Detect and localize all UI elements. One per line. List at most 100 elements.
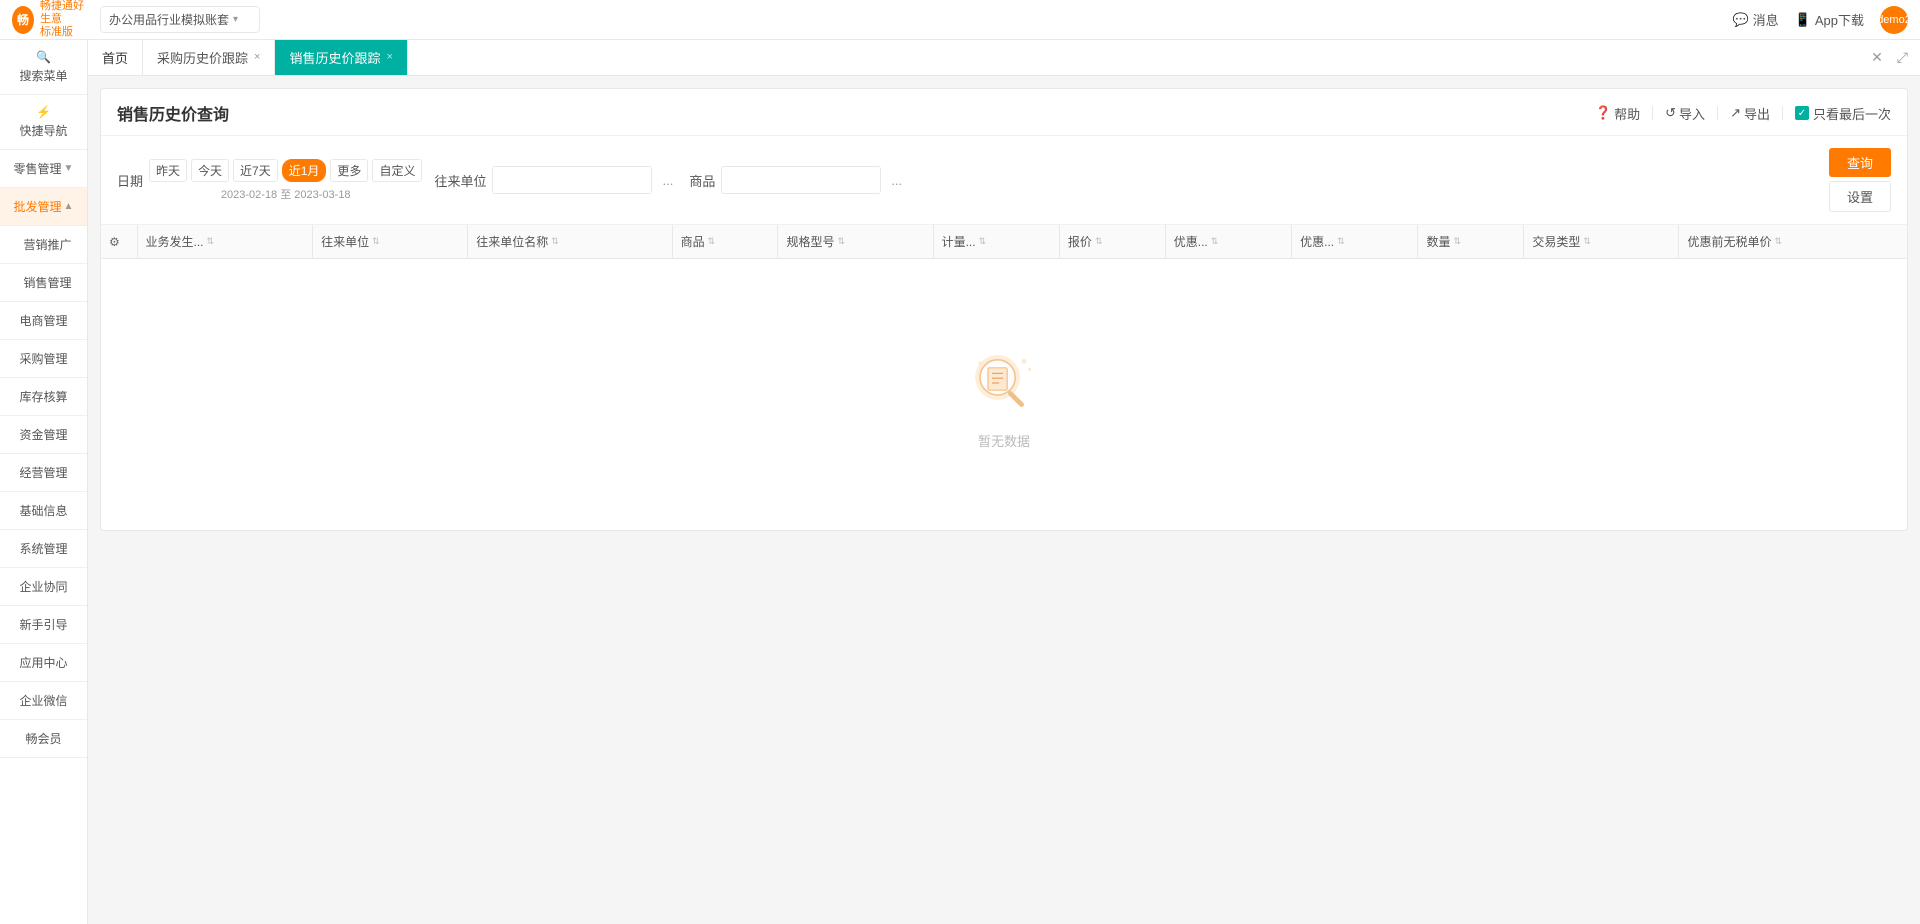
logo-text: 畅捷通好生意 标准版	[40, 0, 92, 39]
date-filter-group: 日期 昨天 今天 近7天 近1月 更多 自定义 2023-02-18 至 202…	[117, 159, 422, 202]
table-header-row: ⚙ 业务发生... ⇅ 往来单	[101, 225, 1907, 259]
th-partner-code: 往来单位 ⇅	[313, 225, 468, 259]
sidebar-item-finance-mgmt[interactable]: 资金管理	[0, 416, 87, 454]
only-last-checkbox[interactable]: ✓	[1795, 106, 1809, 120]
empty-text: 暂无数据	[978, 431, 1030, 450]
sort-icon12: ⇅	[1774, 236, 1782, 247]
date-btn-1month[interactable]: 近1月	[282, 159, 327, 182]
top-header: 畅 畅捷通好生意 标准版 办公用品行业模拟账套 ▾ 💬 消息 📱 App下载 d…	[0, 0, 1920, 40]
wholesale-collapse-icon: ▲	[64, 201, 74, 212]
date-buttons: 昨天 今天 近7天 近1月 更多 自定义 2023-02-18 至 2023-0…	[149, 159, 422, 202]
empty-illustration	[964, 339, 1044, 419]
tabs-bar: 首页 采购历史价跟踪 × 销售历史价跟踪 × ✕ ⤢	[88, 40, 1920, 76]
user-profile-btn[interactable]: demo2	[1880, 6, 1908, 34]
download-icon: 📱	[1795, 12, 1811, 28]
th-trade-type: 交易类型 ⇅	[1524, 225, 1679, 259]
tab-purchase-history[interactable]: 采购历史价跟踪 ×	[143, 40, 275, 75]
quick-nav-icon: ⚡	[36, 105, 51, 119]
th-goods: 商品 ⇅	[672, 225, 778, 259]
app-download-btn[interactable]: 📱 App下载	[1795, 10, 1864, 29]
page-content: 销售历史价查询 ❓ 帮助 ↺ 导入 ↗	[88, 76, 1920, 924]
page-header: 销售历史价查询 ❓ 帮助 ↺ 导入 ↗	[101, 89, 1907, 136]
message-btn[interactable]: 💬 消息	[1732, 10, 1778, 29]
th-unit: 计量... ⇅	[933, 225, 1059, 259]
sidebar-item-membership[interactable]: 畅会员	[0, 720, 87, 758]
sidebar-item-enterprise-agreement[interactable]: 企业协同	[0, 568, 87, 606]
help-link[interactable]: ❓ 帮助	[1595, 104, 1640, 123]
date-range-text: 2023-02-18 至 2023-03-18	[221, 186, 351, 202]
sidebar-item-wholesale-mgmt[interactable]: 批发管理 ▲	[0, 188, 87, 226]
logo-area: 畅 畅捷通好生意 标准版	[12, 0, 92, 39]
th-settings: ⚙	[101, 225, 137, 259]
empty-state: 暂无数据	[101, 259, 1907, 530]
column-settings-icon[interactable]: ⚙	[109, 235, 120, 249]
close-tab-btn[interactable]: ✕	[1867, 47, 1887, 68]
date-btn-more[interactable]: 更多	[330, 159, 368, 182]
help-icon: ❓	[1595, 105, 1611, 121]
sidebar-item-search-menu[interactable]: 🔍 搜索菜单	[0, 40, 87, 95]
content-area: 首页 采购历史价跟踪 × 销售历史价跟踪 × ✕ ⤢ 销售历史价查询	[88, 40, 1920, 924]
date-btn-7days[interactable]: 近7天	[233, 159, 278, 182]
action-btns: 查询 设置	[1829, 148, 1891, 212]
th-spec: 规格型号 ⇅	[778, 225, 933, 259]
tab-actions: ✕ ⤢	[1859, 40, 1920, 75]
goods-dots-btn[interactable]: ...	[887, 173, 906, 188]
th-discount2: 优惠... ⇅	[1292, 225, 1418, 259]
workspace-selector[interactable]: 办公用品行业模拟账套 ▾	[100, 6, 260, 33]
table-area: ⚙ 业务发生... ⇅ 往来单	[101, 225, 1907, 530]
message-icon: 💬	[1732, 12, 1748, 28]
sidebar-item-ecommerce-mgmt[interactable]: 电商管理	[0, 302, 87, 340]
sidebar-item-inventory[interactable]: 库存核算	[0, 378, 87, 416]
workspace-dropdown-arrow: ▾	[233, 14, 238, 25]
settings-button[interactable]: 设置	[1829, 181, 1891, 212]
sidebar-item-enterprise-wechat[interactable]: 企业微信	[0, 682, 87, 720]
header-right: 💬 消息 📱 App下载 demo2	[1732, 6, 1908, 34]
partner-dots-btn[interactable]: ...	[658, 173, 677, 188]
sidebar-item-system-mgmt[interactable]: 系统管理	[0, 530, 87, 568]
goods-input[interactable]	[721, 166, 881, 194]
tab-purchase-history-close[interactable]: ×	[254, 52, 260, 63]
tab-sales-history-close[interactable]: ×	[386, 52, 392, 63]
sort-icon8: ⇅	[1211, 236, 1219, 247]
date-btn-today[interactable]: 今天	[191, 159, 229, 182]
goods-filter-group: 商品 ...	[689, 166, 906, 194]
sort-icon5: ⇅	[837, 236, 845, 247]
th-quoted-price: 报价 ⇅	[1059, 225, 1165, 259]
tab-home[interactable]: 首页	[88, 40, 143, 75]
maximize-tab-btn[interactable]: ⤢	[1893, 47, 1912, 68]
sort-icon7: ⇅	[1095, 236, 1103, 247]
avatar: demo2	[1880, 6, 1908, 34]
tab-sales-history[interactable]: 销售历史价跟踪 ×	[275, 40, 407, 75]
sidebar-item-marketing[interactable]: 营销推广	[0, 226, 87, 264]
retail-expand-icon: ▼	[64, 163, 74, 174]
sidebar-item-retail-mgmt[interactable]: 零售管理 ▼	[0, 150, 87, 188]
date-btn-yesterday[interactable]: 昨天	[149, 159, 187, 182]
sort-icon6: ⇅	[979, 236, 987, 247]
import-link[interactable]: ↺ 导入	[1665, 104, 1705, 123]
goods-label: 商品	[689, 171, 715, 190]
sidebar-item-app-center[interactable]: 应用中心	[0, 644, 87, 682]
sidebar-item-new-guide[interactable]: 新手引导	[0, 606, 87, 644]
th-quantity: 数量 ⇅	[1418, 225, 1524, 259]
sort-icon9: ⇅	[1337, 236, 1345, 247]
query-button[interactable]: 查询	[1829, 148, 1891, 177]
sort-icon10: ⇅	[1454, 236, 1462, 247]
sidebar-item-quick-nav[interactable]: ⚡ 快捷导航	[0, 95, 87, 150]
sort-icon3: ⇅	[551, 236, 559, 247]
page-card: 销售历史价查询 ❓ 帮助 ↺ 导入 ↗	[100, 88, 1908, 531]
data-table: ⚙ 业务发生... ⇅ 往来单	[101, 225, 1907, 259]
sidebar-item-operations-mgmt[interactable]: 经营管理	[0, 454, 87, 492]
logo-icon: 畅	[12, 6, 34, 34]
sidebar-item-sales-mgmt[interactable]: 销售管理	[0, 264, 87, 302]
sort-icon: ⇅	[207, 236, 215, 247]
sidebar: 🔍 搜索菜单 ⚡ 快捷导航 零售管理 ▼ 批发管理 ▲ 营销推广 销售管理 电商…	[0, 40, 88, 924]
sort-icon4: ⇅	[708, 236, 716, 247]
divider3	[1782, 106, 1783, 120]
only-last-checkbox-label[interactable]: ✓ 只看最后一次	[1795, 104, 1891, 123]
partner-input[interactable]	[492, 166, 652, 194]
export-link[interactable]: ↗ 导出	[1730, 104, 1770, 123]
sidebar-item-basic-info[interactable]: 基础信息	[0, 492, 87, 530]
divider	[1652, 106, 1653, 120]
sidebar-item-purchase-mgmt[interactable]: 采购管理	[0, 340, 87, 378]
date-btn-custom[interactable]: 自定义	[372, 159, 422, 182]
